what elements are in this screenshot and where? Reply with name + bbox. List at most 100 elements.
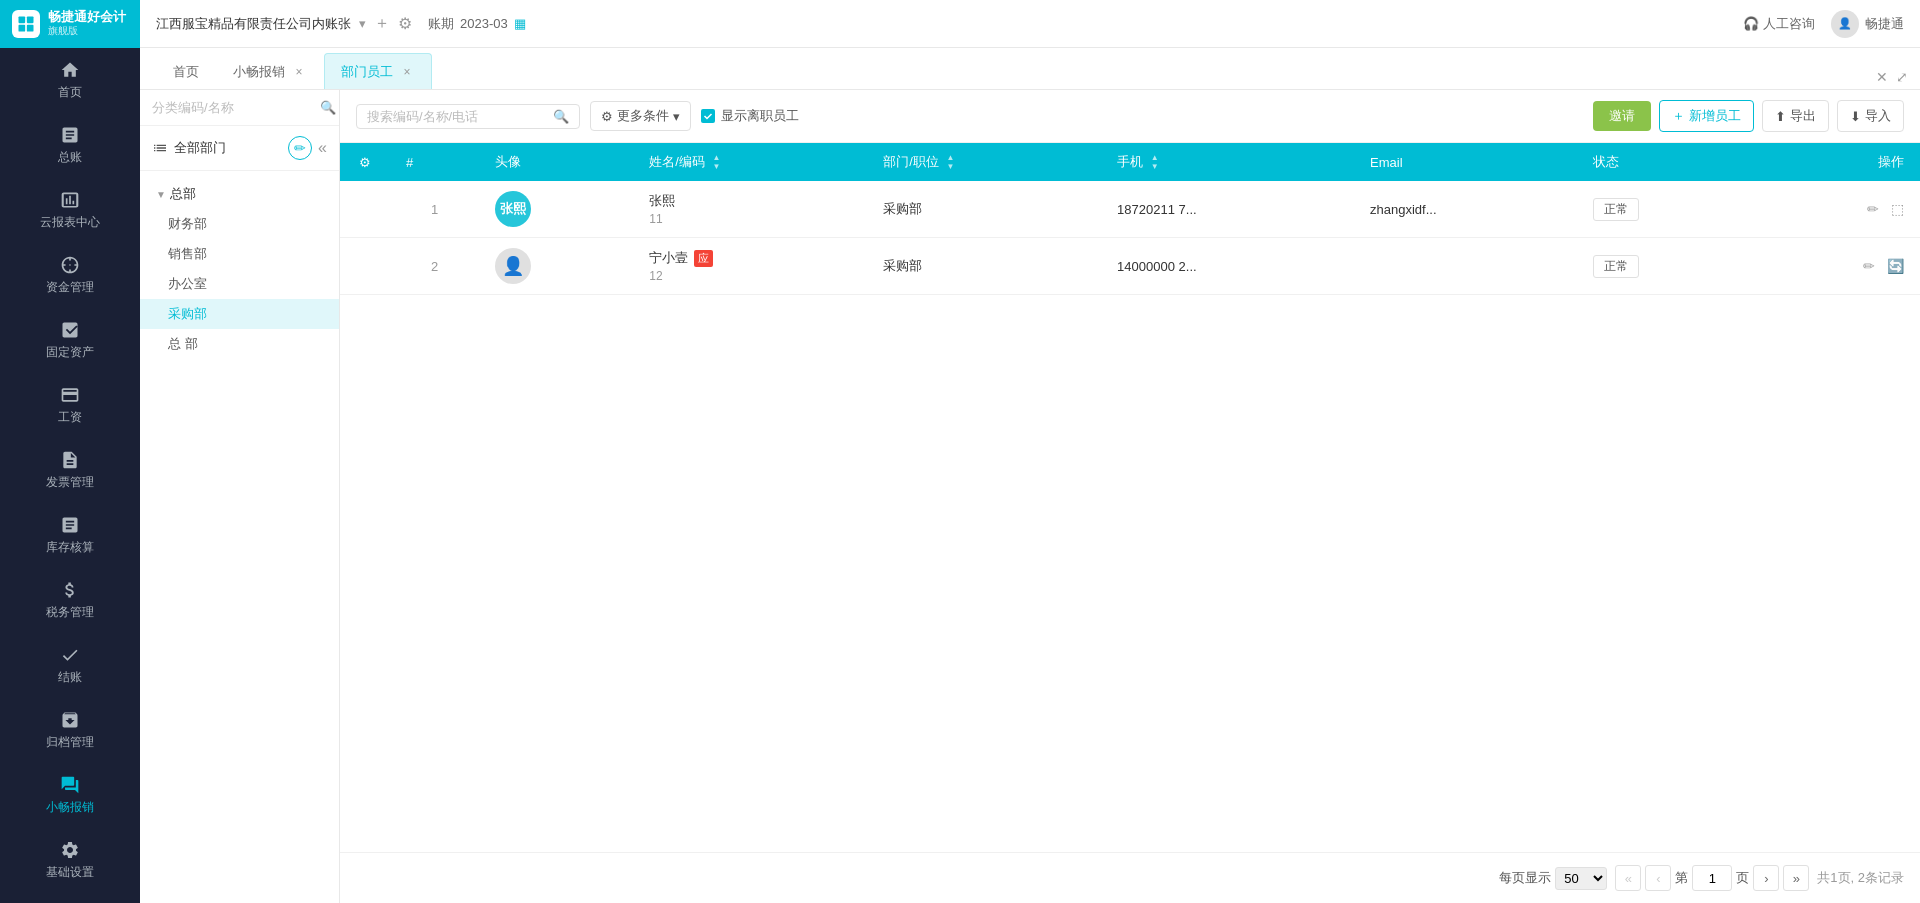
next-page-button[interactable]: › xyxy=(1753,865,1779,891)
sidebar-item-checkout[interactable]: 结账 xyxy=(0,633,140,698)
dept-label-sales: 销售部 xyxy=(168,245,207,263)
tab-employee[interactable]: 部门员工 × xyxy=(324,53,432,89)
dept-search-input[interactable] xyxy=(152,100,320,115)
row1-name-cell: 张熙 11 xyxy=(633,181,867,238)
sort-name[interactable]: ▲▼ xyxy=(712,154,720,171)
sidebar-item-expense[interactable]: 小畅报销 xyxy=(0,763,140,828)
last-page-button[interactable]: » xyxy=(1783,865,1809,891)
col-dept[interactable]: 部门/职位 ▲▼ xyxy=(867,143,1101,181)
add-label: 新增员工 xyxy=(1689,107,1741,125)
collapse-dept-button[interactable]: « xyxy=(318,139,327,157)
service-button[interactable]: 🎧 人工咨询 xyxy=(1743,15,1815,33)
first-page-button[interactable]: « xyxy=(1615,865,1641,891)
row2-status: 正常 xyxy=(1577,238,1754,295)
col-action: 操作 xyxy=(1754,143,1920,181)
export-button[interactable]: ⬆ 导出 xyxy=(1762,100,1829,132)
col-status: 状态 xyxy=(1577,143,1754,181)
filter-button[interactable]: ⚙ 更多条件 ▾ xyxy=(590,101,691,131)
row1-status: 正常 xyxy=(1577,181,1754,238)
sidebar-label-invoice: 发票管理 xyxy=(46,474,94,491)
dept-item-purchase[interactable]: 采购部 xyxy=(140,299,339,329)
col-email: Email xyxy=(1354,143,1577,181)
all-dept-label[interactable]: 全部部门 xyxy=(152,139,226,157)
sidebar-label-ledger: 总账 xyxy=(58,149,82,166)
dept-header: 全部部门 ✏ « xyxy=(140,126,339,171)
row2-name-cell: 宁小壹 应 12 xyxy=(633,238,867,295)
period-selector[interactable]: 账期 2023-03 ▦ xyxy=(428,15,526,33)
invite-button[interactable]: 邀请 xyxy=(1593,101,1651,131)
sidebar-item-tax[interactable]: 税务管理 xyxy=(0,568,140,633)
row1-login-icon[interactable]: ⬚ xyxy=(1891,201,1904,217)
row1-actions: ✏ ⬚ xyxy=(1754,181,1920,238)
maximize-window-button[interactable]: ⤢ xyxy=(1892,65,1912,89)
tab-employee-close[interactable]: × xyxy=(399,64,415,80)
employee-search-icon[interactable]: 🔍 xyxy=(553,109,569,124)
prev-page-button[interactable]: ‹ xyxy=(1645,865,1671,891)
col-settings[interactable]: ⚙ xyxy=(340,143,390,181)
sidebar-label-fund: 资金管理 xyxy=(46,279,94,296)
employee-tbody: 1 张熙 张熙 11 采购部 xyxy=(340,181,1920,295)
sidebar-item-archive[interactable]: 归档管理 xyxy=(0,698,140,763)
sort-dept[interactable]: ▲▼ xyxy=(946,154,954,171)
tabs-bar: 首页 小畅报销 × 部门员工 × ✕ ⤢ xyxy=(140,48,1920,90)
sidebar: 首页 总账 云报表中心 资金管理 固定资产 工资 发票管理 库存核算 xyxy=(0,48,140,903)
close-window-button[interactable]: ✕ xyxy=(1872,65,1892,89)
add-dept-button[interactable]: ✏ xyxy=(288,136,312,160)
col-num: # xyxy=(390,143,479,181)
toolbar-right: 邀请 ＋ 新增员工 ⬆ 导出 ⬇ 导入 xyxy=(1593,100,1904,132)
settings-icon[interactable]: ⚙ xyxy=(398,14,412,33)
dept-label-hq: 总部 xyxy=(170,185,196,203)
row2-delete-icon[interactable]: 🔄 xyxy=(1887,258,1904,274)
row1-settings xyxy=(340,181,390,238)
svg-rect-1 xyxy=(27,16,34,23)
row1-phone: 18720211 7... xyxy=(1101,181,1354,238)
company-selector[interactable]: 江西服宝精品有限责任公司内账张 ▾ xyxy=(156,15,366,33)
company-dropdown-icon[interactable]: ▾ xyxy=(359,16,366,31)
add-employee-button[interactable]: ＋ 新增员工 xyxy=(1659,100,1754,132)
sidebar-item-ledger[interactable]: 总账 xyxy=(0,113,140,178)
dept-item-sales[interactable]: 销售部 xyxy=(140,239,339,269)
sidebar-item-wage[interactable]: 工资 xyxy=(0,373,140,438)
svg-rect-0 xyxy=(19,16,26,23)
sidebar-item-guide[interactable]: 新手引导 xyxy=(0,893,140,903)
col-name[interactable]: 姓名/编码 ▲▼ xyxy=(633,143,867,181)
sidebar-item-inventory[interactable]: 库存核算 xyxy=(0,503,140,568)
dept-panel: 🔍 全部部门 ✏ « ▼ 总部 xyxy=(140,90,340,903)
tab-home[interactable]: 首页 xyxy=(156,53,216,89)
sidebar-item-invoice[interactable]: 发票管理 xyxy=(0,438,140,503)
sidebar-item-home[interactable]: 首页 xyxy=(0,48,140,113)
add-company-button[interactable]: ＋ xyxy=(374,13,390,34)
row2-edit-icon[interactable]: ✏ xyxy=(1863,258,1875,274)
tab-expense[interactable]: 小畅报销 × xyxy=(216,53,324,89)
col-avatar: 头像 xyxy=(479,143,633,181)
dept-search-icon[interactable]: 🔍 xyxy=(320,100,336,115)
sidebar-item-basic[interactable]: 基础设置 xyxy=(0,828,140,893)
main-layout: 首页 总账 云报表中心 资金管理 固定资产 工资 发票管理 库存核算 xyxy=(0,48,1920,903)
sort-phone[interactable]: ▲▼ xyxy=(1151,154,1159,171)
sidebar-item-fund[interactable]: 资金管理 xyxy=(0,243,140,308)
show-resigned-checkbox[interactable] xyxy=(701,109,715,123)
sidebar-item-asset[interactable]: 固定资产 xyxy=(0,308,140,373)
dept-item-hq[interactable]: ▼ 总部 xyxy=(140,179,339,209)
row1-edit-icon[interactable]: ✏ xyxy=(1867,201,1879,217)
tab-expense-close[interactable]: × xyxy=(291,64,307,80)
row2-status-badge: 正常 xyxy=(1593,255,1639,278)
dept-item-office[interactable]: 办公室 xyxy=(140,269,339,299)
logo-icon xyxy=(12,10,40,38)
col-phone[interactable]: 手机 ▲▼ xyxy=(1101,143,1354,181)
sidebar-label-report: 云报表中心 xyxy=(40,214,100,231)
sidebar-item-report[interactable]: 云报表中心 xyxy=(0,178,140,243)
dept-search-area: 🔍 xyxy=(140,90,339,126)
dept-label-office: 办公室 xyxy=(168,275,207,293)
page-input[interactable] xyxy=(1692,865,1732,891)
per-page-select[interactable]: 10 20 50 100 xyxy=(1555,867,1607,890)
employee-data-table: ⚙ # 头像 姓名/编码 ▲▼ 部门/职位 ▲▼ xyxy=(340,143,1920,295)
dept-item-finance[interactable]: 财务部 xyxy=(140,209,339,239)
show-resigned-toggle[interactable]: 显示离职员工 xyxy=(701,107,799,125)
user-menu[interactable]: 👤 畅捷通 xyxy=(1831,10,1904,38)
import-button[interactable]: ⬇ 导入 xyxy=(1837,100,1904,132)
employee-search-input[interactable] xyxy=(367,109,547,124)
row2-dept: 采购部 xyxy=(867,238,1101,295)
dept-item-general[interactable]: 总 部 xyxy=(140,329,339,359)
calendar-icon[interactable]: ▦ xyxy=(514,16,526,31)
